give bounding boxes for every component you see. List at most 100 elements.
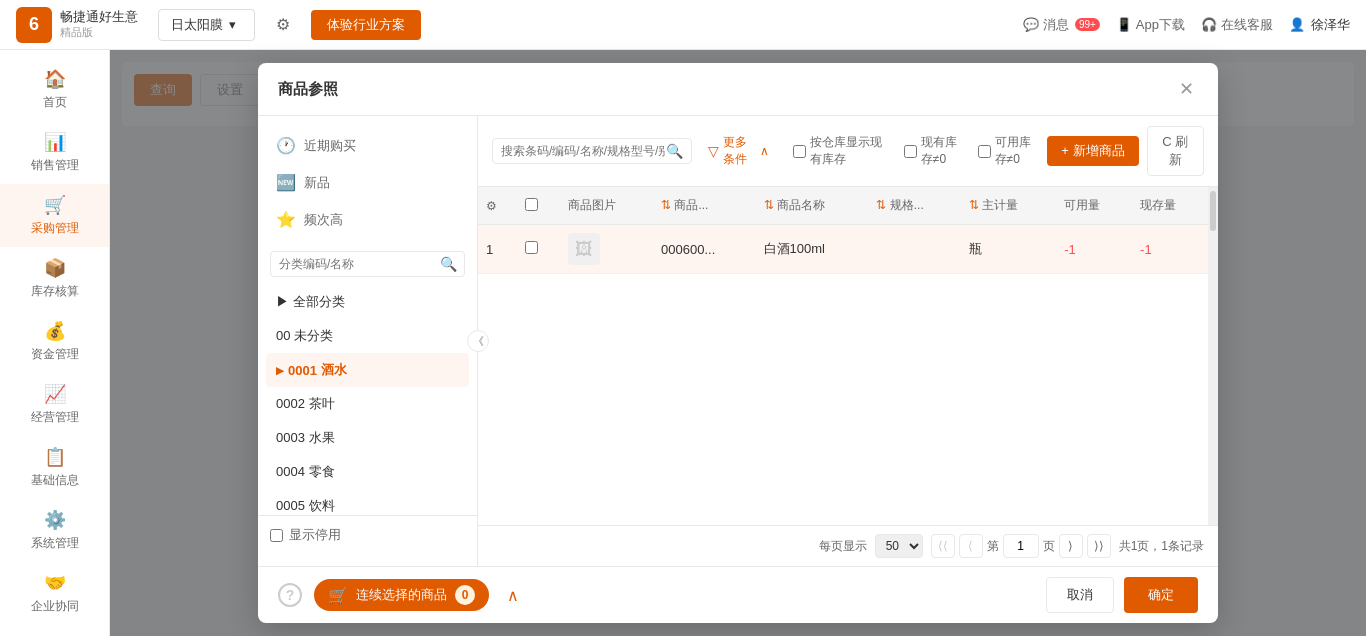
high-frequency-nav[interactable]: ⭐ 频次高: [266, 202, 469, 237]
left-sidebar: 🏠 首页 📊 销售管理 🛒 采购管理 📦 库存核算 💰 资金管理 📈 经营管理 …: [0, 50, 110, 636]
prev-page-button[interactable]: ⟨: [959, 534, 983, 558]
next-page-button[interactable]: ⟩: [1059, 534, 1083, 558]
category-all[interactable]: ▶ 全部分类: [266, 285, 469, 319]
sidebar-item-finance[interactable]: 💰 资金管理: [0, 310, 109, 373]
table-scrollbar[interactable]: [1208, 187, 1218, 525]
cart-area[interactable]: 🛒 连续选择的商品 0: [314, 579, 489, 611]
table-row[interactable]: 1 🖼 000600...: [478, 225, 1208, 274]
logo-icon: 6: [16, 7, 52, 43]
row-name: 白酒100ml: [756, 225, 869, 274]
pagination-bar: 每页显示 50 ⟨⟨ ⟨ 第 页 ⟩ ⟩⟩: [478, 525, 1218, 566]
product-table-area: ⚙ 商品图片 ⇅ 商品... ⇅ 商品名称: [478, 187, 1208, 525]
new-icon: 🆕: [276, 173, 296, 192]
star-icon: ⭐: [276, 210, 296, 229]
th-name[interactable]: ⇅ 商品名称: [756, 187, 869, 225]
usable-stock-checkbox[interactable]: [978, 145, 991, 158]
footer-collapse-icon[interactable]: ∧: [501, 583, 525, 607]
help-icon[interactable]: ?: [278, 583, 302, 607]
category-00[interactable]: 00 未分类: [266, 319, 469, 353]
left-panel-collapse-button[interactable]: 《: [467, 330, 489, 352]
available-stock-checkbox[interactable]: [904, 145, 917, 158]
active-arrow-icon: ▶: [276, 365, 284, 376]
row-checkbox[interactable]: [525, 241, 538, 254]
th-unit[interactable]: ⇅ 主计量: [961, 187, 1056, 225]
modal-footer-actions: 取消 确定: [1046, 577, 1198, 613]
th-spec[interactable]: ⇅ 规格...: [868, 187, 960, 225]
th-checkbox: [517, 187, 559, 225]
sidebar-item-sales[interactable]: 📊 销售管理: [0, 121, 109, 184]
sidebar-item-basics[interactable]: 📋 基础信息: [0, 436, 109, 499]
page-size-select[interactable]: 50: [875, 534, 923, 558]
available-stock-checkbox-label[interactable]: 现有库存≠0: [904, 134, 966, 168]
modal-left-panel: 《 🕐 近期购买 🆕 新品 ⭐: [258, 116, 478, 566]
modal-title: 商品参照: [278, 80, 338, 99]
category-0003[interactable]: 0003 水果: [266, 421, 469, 455]
row-unit: 瓶: [961, 225, 1056, 274]
select-all-checkbox[interactable]: [525, 198, 538, 211]
row-stock: -1: [1132, 225, 1208, 274]
user-avatar-area[interactable]: 👤 徐泽华: [1289, 16, 1350, 34]
cart-count-badge: 0: [455, 585, 475, 605]
modal-close-button[interactable]: ✕: [1174, 77, 1198, 101]
more-filter-button[interactable]: ▽ 更多条件 ∧: [700, 130, 777, 172]
row-index: 1: [478, 225, 517, 274]
sales-icon: 📊: [44, 131, 66, 153]
row-checkbox-cell: [517, 225, 559, 274]
sidebar-item-home[interactable]: 🏠 首页: [0, 58, 109, 121]
trial-button[interactable]: 体验行业方案: [311, 10, 421, 40]
category-0005[interactable]: 0005 饮料: [266, 489, 469, 515]
service-nav[interactable]: 🎧 在线客服: [1201, 16, 1273, 34]
quick-nav-items: 🕐 近期购买 🆕 新品 ⭐ 频次高: [258, 128, 477, 239]
recent-purchase-nav[interactable]: 🕐 近期购买: [266, 128, 469, 163]
headset-icon: 🎧: [1201, 17, 1217, 32]
sidebar-item-guide[interactable]: 🎯 新手引导: [0, 625, 109, 636]
enterprise-icon: 🤝: [44, 572, 66, 594]
th-image: 商品图片: [560, 187, 653, 225]
table-header-row: ⚙ 商品图片 ⇅ 商品... ⇅ 商品名称: [478, 187, 1208, 225]
warehouse-stock-checkbox[interactable]: [793, 145, 806, 158]
product-search-input[interactable]: [501, 144, 666, 158]
logo-area: 6 畅捷通好生意 精品版: [16, 7, 138, 43]
show-disabled-checkbox[interactable]: [270, 529, 283, 542]
confirm-button[interactable]: 确定: [1124, 577, 1198, 613]
sidebar-item-stock[interactable]: 📦 库存核算: [0, 247, 109, 310]
stock-icon: 📦: [44, 257, 66, 279]
page-navigation: ⟨⟨ ⟨ 第 页 ⟩ ⟩⟩: [931, 534, 1111, 558]
page-number-input[interactable]: [1003, 534, 1039, 558]
modal-header: 商品参照 ✕: [258, 63, 1218, 116]
category-search-area: 🔍: [258, 251, 477, 277]
warehouse-stock-checkbox-label[interactable]: 按仓库显示现有库存: [793, 134, 892, 168]
category-0002[interactable]: 0002 茶叶: [266, 387, 469, 421]
product-search-icon[interactable]: 🔍: [666, 143, 683, 159]
messages-nav[interactable]: 💬 消息 99+: [1023, 16, 1100, 34]
category-search-input[interactable]: [270, 251, 465, 277]
th-settings[interactable]: ⚙: [478, 187, 517, 225]
category-0001[interactable]: ▶ 0001 酒水: [266, 353, 469, 387]
home-icon: 🏠: [44, 68, 66, 90]
category-search-icon[interactable]: 🔍: [440, 256, 457, 272]
th-code[interactable]: ⇅ 商品...: [653, 187, 755, 225]
sidebar-item-enterprise[interactable]: 🤝 企业协同: [0, 562, 109, 625]
clock-icon: 🕐: [276, 136, 296, 155]
category-0004[interactable]: 0004 零食: [266, 455, 469, 489]
basics-icon: 📋: [44, 446, 66, 468]
add-product-button[interactable]: + 新增商品: [1047, 136, 1138, 166]
last-page-button[interactable]: ⟩⟩: [1087, 534, 1111, 558]
operations-icon: 📈: [44, 383, 66, 405]
finance-icon: 💰: [44, 320, 66, 342]
new-products-nav[interactable]: 🆕 新品: [266, 165, 469, 200]
cancel-button[interactable]: 取消: [1046, 577, 1114, 613]
nav-right: 💬 消息 99+ 📱 App下载 🎧 在线客服 👤 徐泽华: [1023, 16, 1350, 34]
company-selector[interactable]: 日太阳膜 ▾: [158, 9, 255, 41]
settings-icon[interactable]: ⚙: [267, 9, 299, 41]
app-download-nav[interactable]: 📱 App下载: [1116, 16, 1185, 34]
sidebar-item-operations[interactable]: 📈 经营管理: [0, 373, 109, 436]
refresh-button[interactable]: C 刷新: [1147, 126, 1204, 176]
sidebar-item-system[interactable]: ⚙️ 系统管理: [0, 499, 109, 562]
row-code: 000600...: [653, 225, 755, 274]
page-info: 共1页，1条记录: [1119, 538, 1204, 555]
usable-stock-checkbox-label[interactable]: 可用库存≠0: [978, 134, 1040, 168]
th-available: 可用量: [1056, 187, 1132, 225]
first-page-button[interactable]: ⟨⟨: [931, 534, 955, 558]
sidebar-item-purchase[interactable]: 🛒 采购管理: [0, 184, 109, 247]
